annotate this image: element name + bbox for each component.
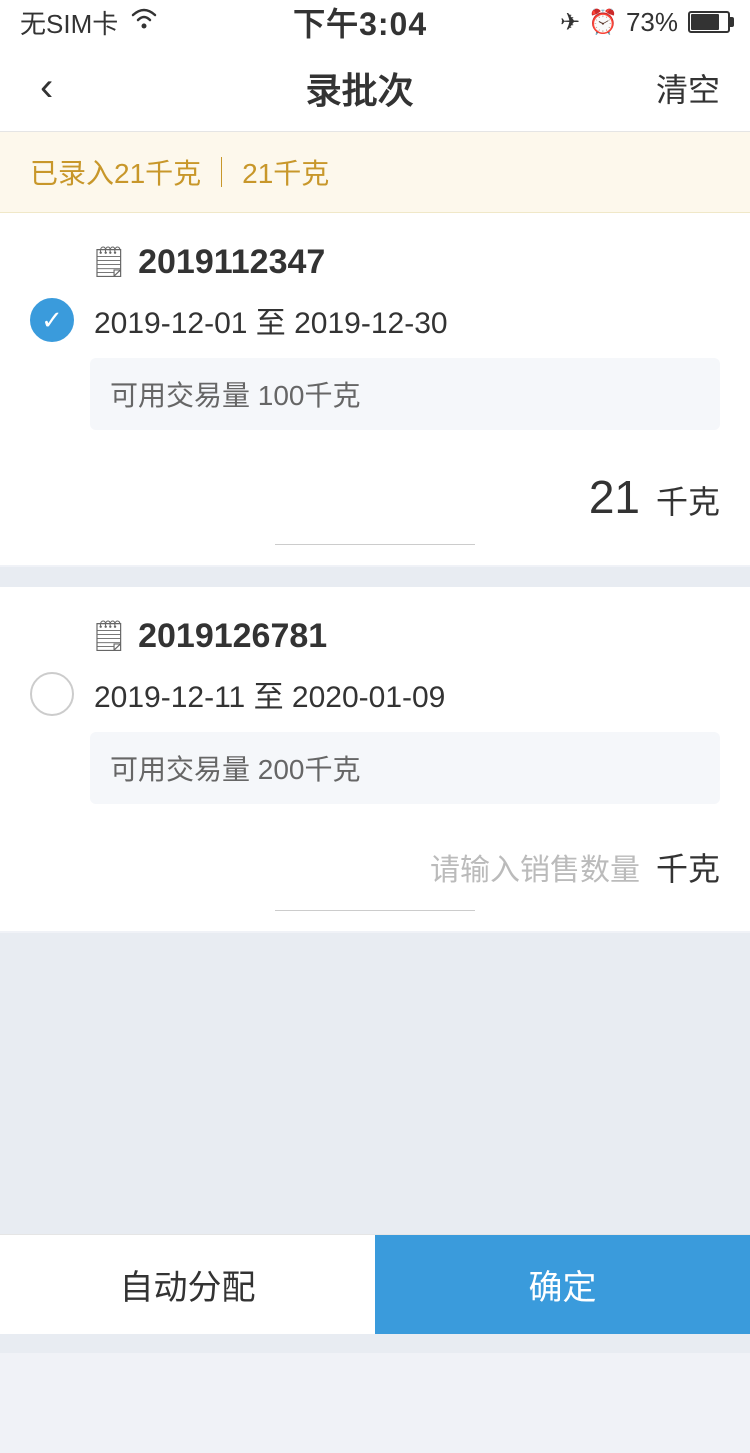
nav-bar: ‹ 录批次 清空 — [0, 44, 750, 132]
radio-2[interactable] — [30, 672, 74, 716]
batch-id-2: 2019126781 — [138, 617, 327, 656]
bottom-bar: 自动分配 确定 — [0, 1234, 750, 1334]
banner-divider — [221, 157, 222, 187]
input-placeholder-2: 请输入销售数量 — [430, 845, 640, 889]
check-icon-1: ✓ — [41, 305, 63, 336]
battery-percent: 73% — [626, 7, 678, 38]
info-banner: 已录入21千克 21千克 — [0, 132, 750, 213]
avail-box-2: 可用交易量 200千克 — [90, 732, 720, 804]
batch-row-2[interactable]: 2019-12-11 至 2020-01-09 — [30, 672, 720, 716]
date-range-1: 2019-12-01 至 2019-12-30 — [94, 298, 448, 342]
batch-id-1: 2019112347 — [138, 243, 325, 282]
auto-distribute-label: 自动分配 — [120, 1260, 256, 1309]
batch-card-2: 🗒 2019126781 2019-12-11 至 2020-01-09 可用交… — [0, 587, 750, 931]
date-range-2: 2019-12-11 至 2020-01-09 — [94, 672, 445, 716]
radio-1[interactable]: ✓ — [30, 298, 74, 342]
input-unit-2: 千克 — [656, 844, 720, 890]
confirm-label: 确定 — [529, 1260, 597, 1309]
batch-doc-icon-2: 🗒 — [90, 619, 128, 654]
sim-text: 无SIM卡 — [20, 4, 118, 41]
section-separator — [0, 567, 750, 587]
alarm-icon: ⏰ — [588, 8, 618, 37]
battery-icon — [688, 11, 730, 33]
avail-label-2: 可用交易量 200千克 — [110, 754, 361, 785]
divider-2 — [275, 910, 475, 911]
input-row-2[interactable]: 请输入销售数量 千克 — [0, 824, 750, 910]
amount-unit-1: 千克 — [656, 477, 720, 523]
recorded-value: 21千克 — [242, 152, 329, 192]
recorded-label: 已录入21千克 — [30, 152, 201, 192]
avail-box-1: 可用交易量 100千克 — [90, 358, 720, 430]
batch-header-2: 🗒 2019126781 — [30, 617, 720, 656]
status-bar: 无SIM卡 下午3:04 ✈ ⏰ 73% — [0, 0, 750, 44]
status-time: 下午3:04 — [293, 0, 427, 45]
batch-row-1[interactable]: ✓ 2019-12-01 至 2019-12-30 — [30, 298, 720, 342]
confirm-button[interactable]: 确定 — [375, 1235, 750, 1334]
batch-header-1: 🗒 2019112347 — [30, 243, 720, 282]
avail-label-1: 可用交易量 100千克 — [110, 380, 361, 411]
page-title: 录批次 — [306, 62, 414, 114]
amount-row-1: 21 千克 — [0, 450, 750, 544]
auto-distribute-button[interactable]: 自动分配 — [0, 1235, 375, 1334]
batch-card-1: 🗒 2019112347 ✓ 2019-12-01 至 2019-12-30 可… — [0, 213, 750, 565]
status-right: ✈ ⏰ 73% — [560, 7, 730, 38]
back-button[interactable]: ‹ — [30, 55, 63, 120]
amount-value-1: 21 — [589, 470, 640, 524]
status-left: 无SIM卡 — [20, 4, 160, 41]
batch-doc-icon-1: 🗒 — [90, 245, 128, 280]
clear-button[interactable]: 清空 — [656, 65, 720, 111]
divider-1 — [275, 544, 475, 545]
wifi-icon — [128, 7, 160, 38]
location-icon: ✈ — [560, 8, 580, 37]
